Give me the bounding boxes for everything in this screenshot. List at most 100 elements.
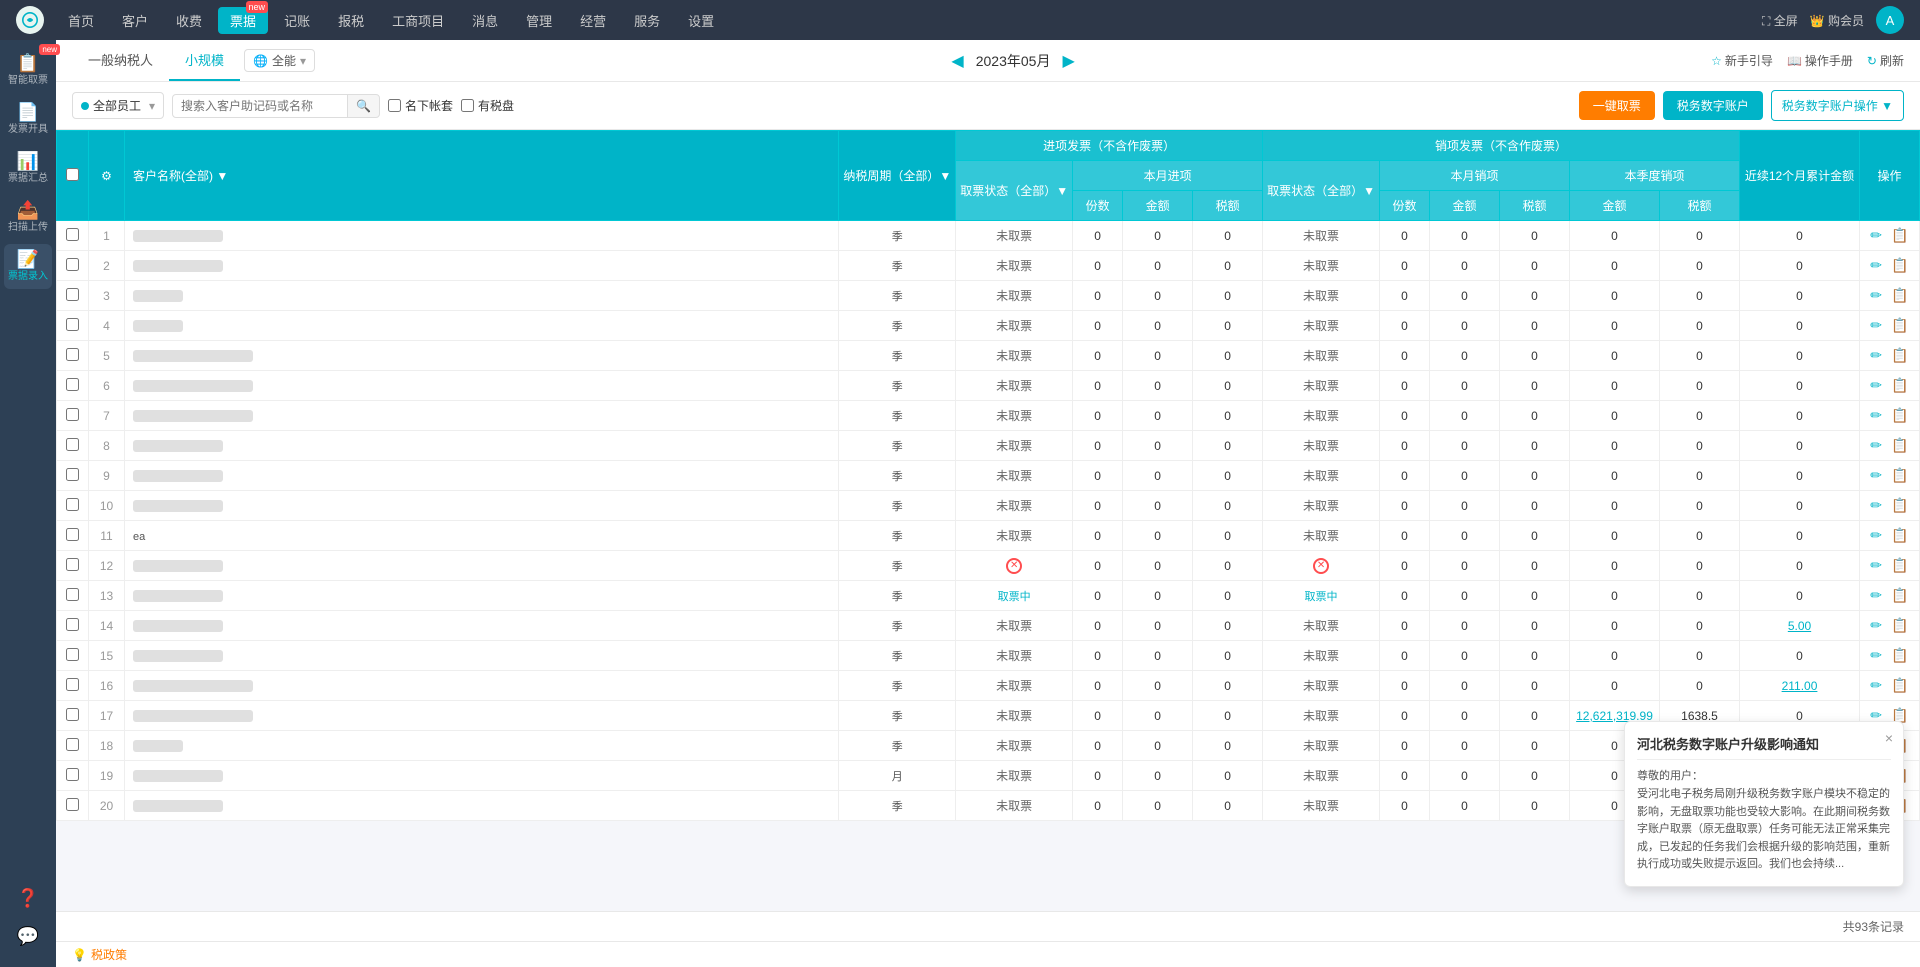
total12-link[interactable]: 211.00 xyxy=(1782,679,1818,693)
tip-text[interactable]: 税政策 xyxy=(91,946,127,963)
row-checkbox[interactable] xyxy=(66,468,79,481)
row-checkbox[interactable] xyxy=(66,648,79,661)
copy-btn[interactable]: 📋 xyxy=(1891,677,1908,693)
search-button[interactable]: 🔍 xyxy=(347,94,380,118)
nav-manage[interactable]: 管理 xyxy=(514,7,564,34)
fullscreen-btn[interactable]: ⛶ 全屏 xyxy=(1762,12,1798,29)
copy-btn[interactable]: 📋 xyxy=(1891,287,1908,303)
copy-btn[interactable]: 📋 xyxy=(1891,257,1908,273)
nav-fee[interactable]: 收费 xyxy=(164,7,214,34)
select-all-checkbox[interactable] xyxy=(66,168,79,181)
row-checkbox[interactable] xyxy=(66,378,79,391)
row-checkbox[interactable] xyxy=(66,288,79,301)
row-checkbox[interactable] xyxy=(66,798,79,811)
copy-btn[interactable]: 📋 xyxy=(1891,557,1908,573)
user-avatar[interactable]: A xyxy=(1876,6,1904,34)
nav-accounting[interactable]: 记账 xyxy=(272,7,322,34)
edit-btn[interactable]: ✏ xyxy=(1870,227,1882,243)
edit-btn[interactable]: ✏ xyxy=(1870,677,1882,693)
edit-btn[interactable]: ✏ xyxy=(1870,647,1882,663)
copy-btn[interactable]: 📋 xyxy=(1891,467,1908,483)
row-checkbox[interactable] xyxy=(66,528,79,541)
edit-btn[interactable]: ✏ xyxy=(1870,377,1882,393)
row-checkbox[interactable] xyxy=(66,498,79,511)
copy-btn[interactable]: 📋 xyxy=(1891,317,1908,333)
nav-service[interactable]: 服务 xyxy=(622,7,672,34)
edit-btn[interactable]: ✏ xyxy=(1870,557,1882,573)
nav-settings[interactable]: 设置 xyxy=(676,7,726,34)
nav-tax[interactable]: 报税 xyxy=(326,7,376,34)
total12-link[interactable]: 5.00 xyxy=(1788,619,1811,633)
out-count-cell: 0 xyxy=(1380,521,1430,551)
edit-btn[interactable]: ✏ xyxy=(1870,617,1882,633)
copy-btn[interactable]: 📋 xyxy=(1891,617,1908,633)
row-checkbox[interactable] xyxy=(66,588,79,601)
edit-btn[interactable]: ✏ xyxy=(1870,317,1882,333)
one-click-ticket-btn[interactable]: 一键取票 xyxy=(1579,91,1655,120)
notification-close-btn[interactable]: × xyxy=(1885,730,1893,746)
nav-ticket[interactable]: 票据 new xyxy=(218,7,268,34)
edit-btn[interactable]: ✏ xyxy=(1870,287,1882,303)
account-checkbox[interactable] xyxy=(388,99,401,112)
row-checkbox[interactable] xyxy=(66,228,79,241)
copy-btn[interactable]: 📋 xyxy=(1891,497,1908,513)
th-out-quarter: 本季度销项 xyxy=(1570,161,1740,191)
refresh-btn[interactable]: ↻ 刷新 xyxy=(1867,52,1904,69)
edit-btn[interactable]: ✏ xyxy=(1870,407,1882,423)
sidebar-item-summary[interactable]: 📊 票据汇总 xyxy=(4,146,52,191)
copy-btn[interactable]: 📋 xyxy=(1891,377,1908,393)
edit-btn[interactable]: ✏ xyxy=(1870,527,1882,543)
row-checkbox[interactable] xyxy=(66,618,79,631)
copy-btn[interactable]: 📋 xyxy=(1891,437,1908,453)
nav-home[interactable]: 首页 xyxy=(56,7,106,34)
q-amount-link[interactable]: 12,621,319.99 xyxy=(1576,709,1653,723)
taxdisk-checkbox[interactable] xyxy=(461,99,474,112)
checkbox-taxdisk[interactable]: 有税盘 xyxy=(461,97,514,114)
sidebar-item-invoice[interactable]: 📄 发票开具 xyxy=(4,97,52,142)
edit-btn[interactable]: ✏ xyxy=(1870,257,1882,273)
member-btn[interactable]: 👑 购会员 xyxy=(1810,12,1864,29)
nav-business[interactable]: 工商项目 xyxy=(380,7,456,34)
copy-btn[interactable]: 📋 xyxy=(1891,227,1908,243)
tab-general[interactable]: 一般纳税人 xyxy=(72,40,169,81)
edit-btn[interactable]: ✏ xyxy=(1870,587,1882,603)
row-checkbox[interactable] xyxy=(66,318,79,331)
tab-all[interactable]: 🌐 全能 ▾ xyxy=(244,49,315,72)
sidebar-item-entry[interactable]: 📝 票据录入 xyxy=(4,244,52,289)
sidebar-item-scan[interactable]: 📤 扫描上传 xyxy=(4,195,52,240)
manual-btn[interactable]: 📖 操作手册 xyxy=(1787,52,1853,69)
row-checkbox[interactable] xyxy=(66,348,79,361)
next-month-btn[interactable]: ▶ xyxy=(1062,51,1074,71)
nav-operation[interactable]: 经营 xyxy=(568,7,618,34)
edit-btn[interactable]: ✏ xyxy=(1870,467,1882,483)
row-checkbox[interactable] xyxy=(66,258,79,271)
row-checkbox[interactable] xyxy=(66,678,79,691)
employee-filter[interactable]: 全部员工 ▾ xyxy=(72,92,164,119)
row-checkbox[interactable] xyxy=(66,438,79,451)
sidebar-item-ticket[interactable]: 📋 智能取票 xyxy=(4,48,52,93)
sidebar-item-help[interactable]: ❓ xyxy=(4,883,52,913)
tab-small[interactable]: 小规模 xyxy=(169,40,240,81)
row-checkbox[interactable] xyxy=(66,408,79,421)
edit-btn[interactable]: ✏ xyxy=(1870,437,1882,453)
edit-btn[interactable]: ✏ xyxy=(1870,347,1882,363)
guide-btn[interactable]: ☆ 新手引导 xyxy=(1711,52,1773,69)
checkbox-account[interactable]: 名下帐套 xyxy=(388,97,453,114)
tax-digital-btn[interactable]: 税务数字账户 xyxy=(1663,91,1763,120)
sidebar-item-feedback[interactable]: 💬 xyxy=(4,921,52,951)
tax-digital-ops-btn[interactable]: 税务数字账户操作 ▼ xyxy=(1771,90,1904,121)
nav-message[interactable]: 消息 xyxy=(460,7,510,34)
nav-customer[interactable]: 客户 xyxy=(110,7,160,34)
copy-btn[interactable]: 📋 xyxy=(1891,407,1908,423)
copy-btn[interactable]: 📋 xyxy=(1891,527,1908,543)
copy-btn[interactable]: 📋 xyxy=(1891,647,1908,663)
copy-btn[interactable]: 📋 xyxy=(1891,587,1908,603)
edit-btn[interactable]: ✏ xyxy=(1870,497,1882,513)
row-checkbox[interactable] xyxy=(66,708,79,721)
row-checkbox[interactable] xyxy=(66,558,79,571)
row-checkbox[interactable] xyxy=(66,768,79,781)
copy-btn[interactable]: 📋 xyxy=(1891,347,1908,363)
prev-month-btn[interactable]: ◀ xyxy=(951,51,963,71)
search-input[interactable] xyxy=(172,94,352,118)
row-checkbox[interactable] xyxy=(66,738,79,751)
